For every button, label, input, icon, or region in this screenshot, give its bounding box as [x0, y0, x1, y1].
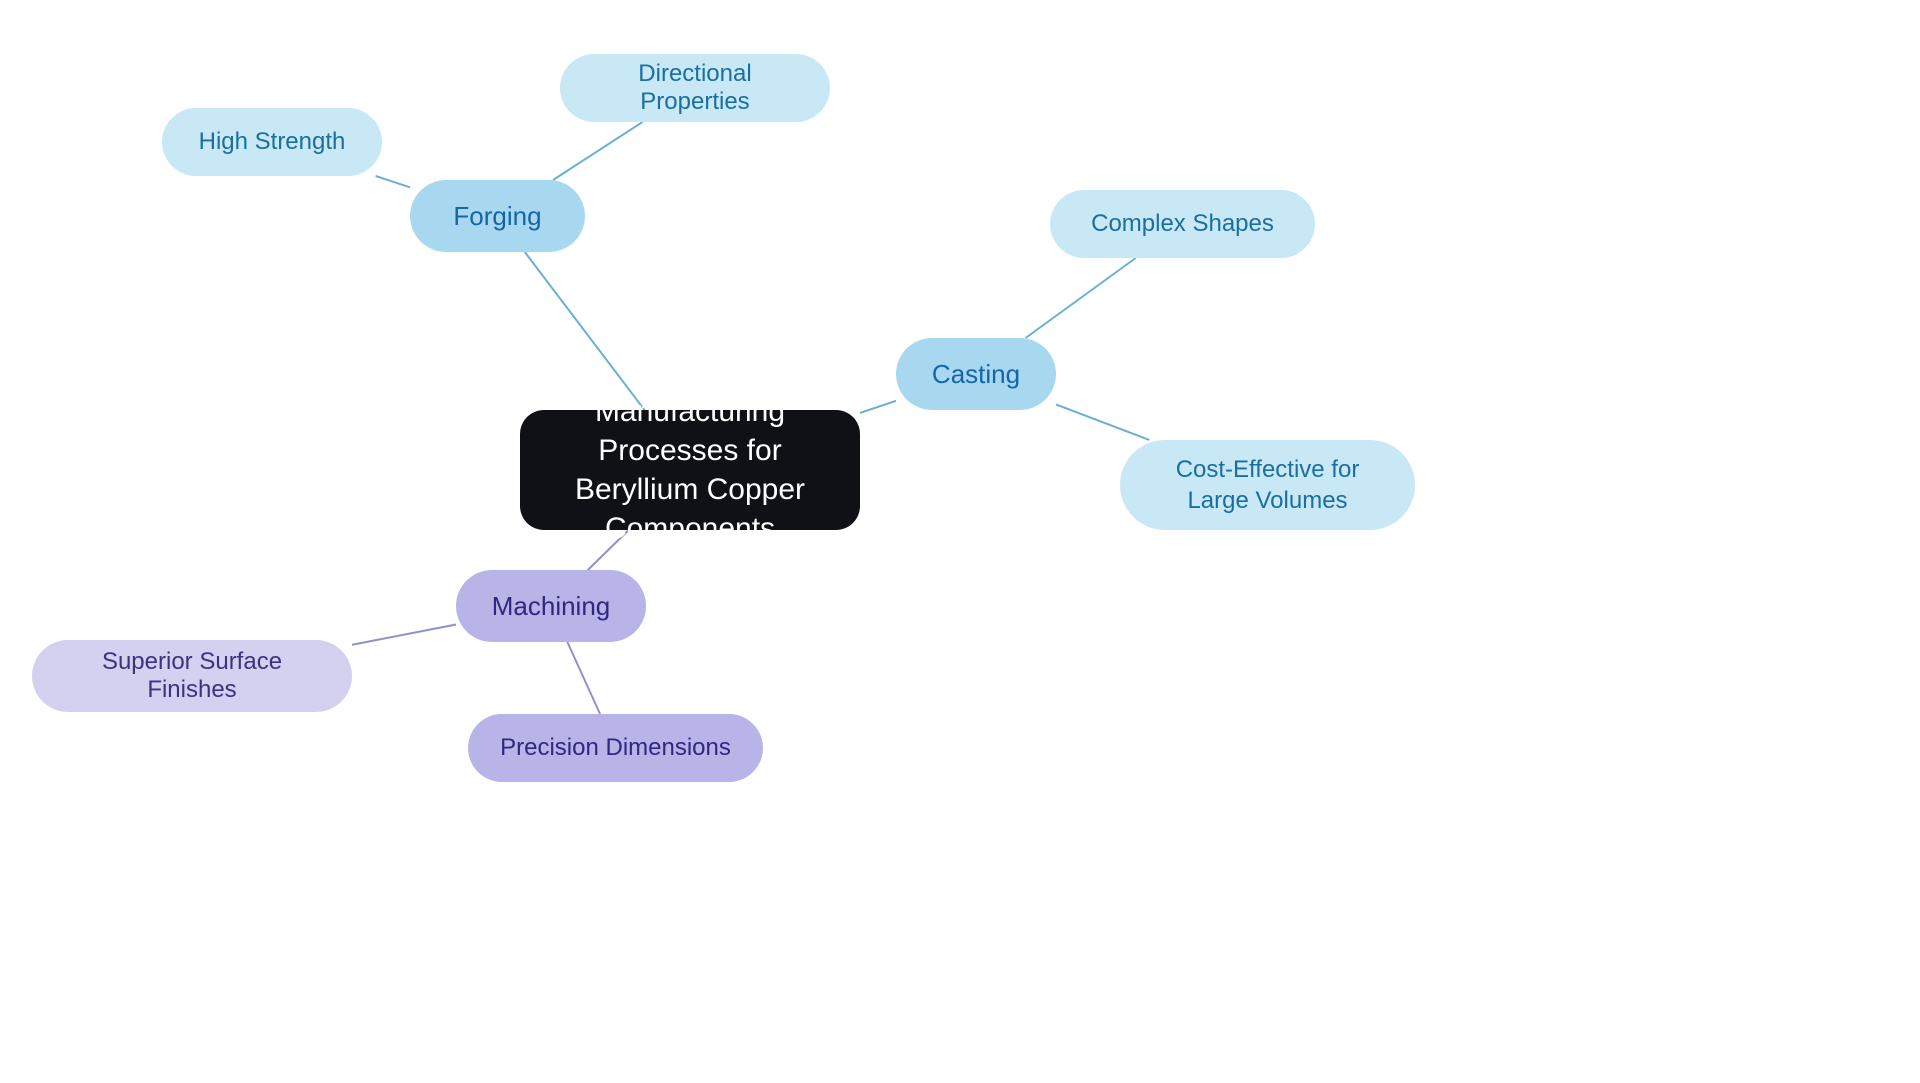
- casting-node: Casting: [896, 338, 1056, 410]
- superior-surface-node: Superior Surface Finishes: [32, 640, 352, 712]
- forging-node: Forging: [410, 180, 585, 252]
- directional-properties-node: Directional Properties: [560, 54, 830, 122]
- complex-shapes-node: Complex Shapes: [1050, 190, 1315, 258]
- high-strength-node: High Strength: [162, 108, 382, 176]
- center-node: Manufacturing Processes for Beryllium Co…: [520, 410, 860, 530]
- machining-node: Machining: [456, 570, 646, 642]
- precision-dimensions-node: Precision Dimensions: [468, 714, 763, 782]
- cost-effective-node: Cost-Effective for Large Volumes: [1120, 440, 1415, 530]
